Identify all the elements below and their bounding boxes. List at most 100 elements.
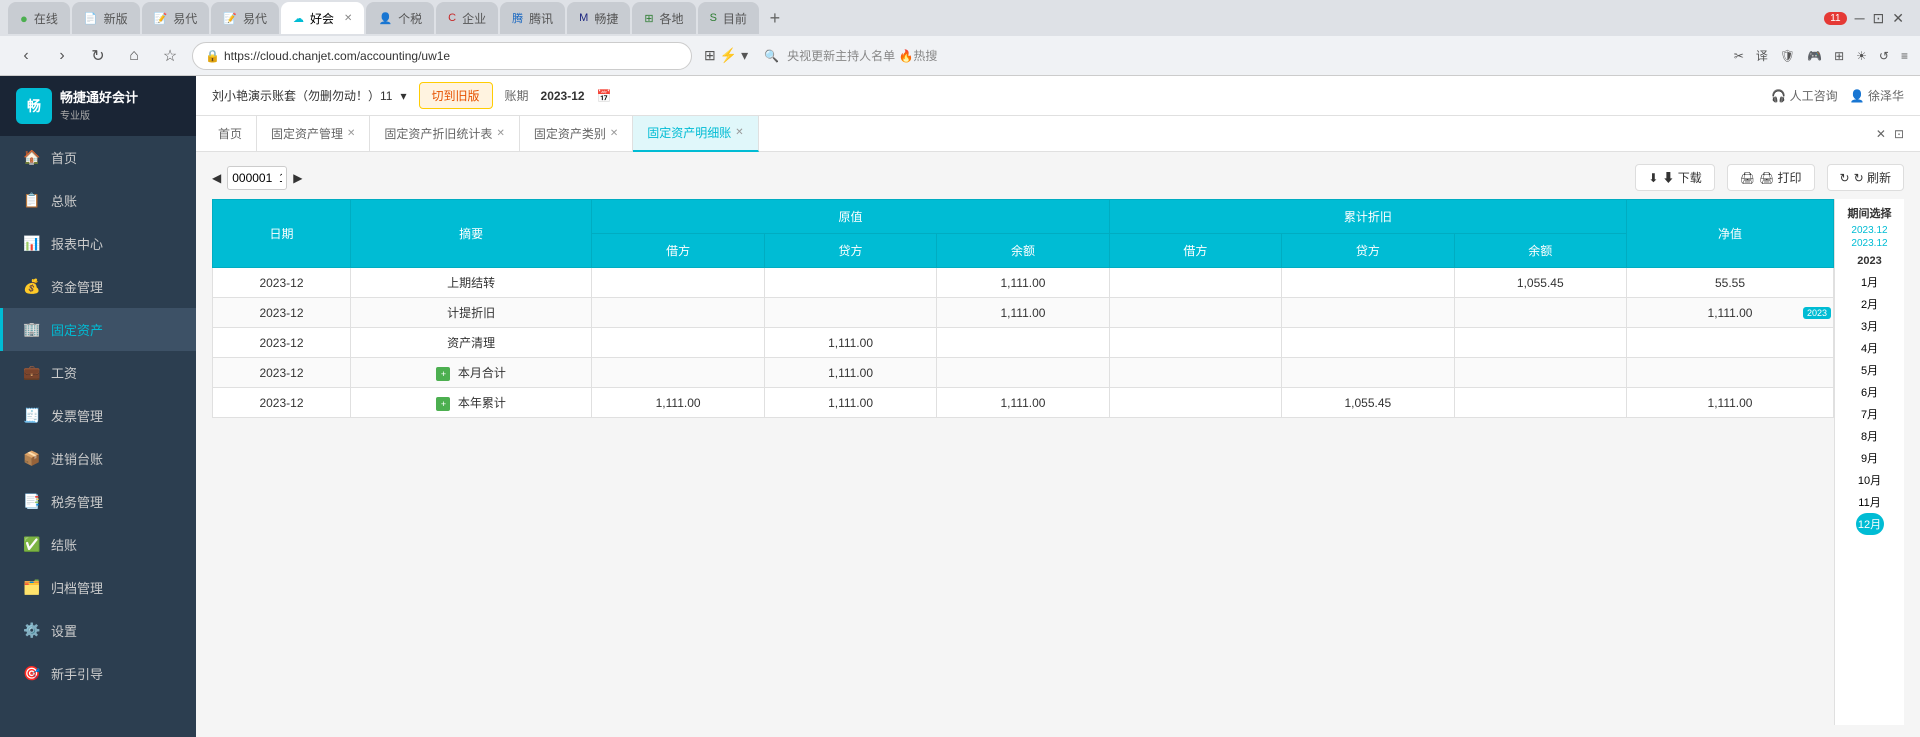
window-minimize[interactable]: ─ (1855, 10, 1865, 26)
sidebar-item-guide[interactable]: 🎯 新手引导 (0, 652, 196, 695)
print-icon: 🖨 (1740, 171, 1755, 185)
scissors-icon[interactable]: ✂ (1734, 49, 1744, 63)
browser-tab-yidai1[interactable]: 📝 易代 (142, 2, 210, 34)
th-net-value: 净值 (1627, 200, 1834, 268)
refresh-button[interactable]: ↻ (84, 42, 112, 70)
action-buttons: ⬇ ⬇ 下载 🖨 🖨 打印 ↻ ↻ 刷新 (1635, 164, 1904, 191)
month-3[interactable]: 3月 (1856, 315, 1884, 337)
qr-icon[interactable]: ⊞ (704, 47, 716, 64)
user-avatar[interactable]: 👤 徐泽华 (1850, 87, 1904, 104)
browser-tab-changjie[interactable]: M 畅捷 (567, 2, 630, 34)
tab-depreciation-stat[interactable]: 固定资产折旧统计表 ✕ (370, 116, 519, 152)
next-page-button[interactable]: ▶ (293, 171, 302, 185)
tab-close-haohui[interactable]: ✕ (344, 13, 352, 24)
dropdown-icon[interactable]: ▾ (741, 47, 748, 64)
month-4[interactable]: 4月 (1856, 337, 1884, 359)
sidebar-item-ledger[interactable]: 📋 总账 (0, 179, 196, 222)
switch-version-button[interactable]: 切到旧版 (419, 82, 493, 109)
browser-tab-gesui[interactable]: 👤 个税 (366, 2, 434, 34)
period-selected-to: 2023.12 (1851, 238, 1887, 249)
month-12[interactable]: 12月 (1856, 513, 1884, 535)
browser-tab-new[interactable]: 📄 新版 (72, 2, 140, 34)
tab-fixed-asset-mgmt[interactable]: 固定资产管理 ✕ (257, 116, 370, 152)
sidebar-item-fund[interactable]: 💰 资金管理 (0, 265, 196, 308)
page-input[interactable] (227, 166, 287, 190)
browser-tab-online[interactable]: ● 在线 (8, 2, 70, 34)
game-icon[interactable]: 🎮 (1807, 49, 1822, 63)
sidebar-item-archive[interactable]: 🗂️ 归档管理 (0, 566, 196, 609)
period-label: 账期 (505, 87, 529, 104)
month-7[interactable]: 7月 (1856, 403, 1884, 425)
forward-button[interactable]: › (48, 42, 76, 70)
sidebar-item-settings[interactable]: ⚙️ 设置 (0, 609, 196, 652)
search-icon: 🔍 (764, 49, 779, 63)
address-input[interactable]: 🔒 https://cloud.chanjet.com/accounting/u… (192, 42, 692, 70)
month-2[interactable]: 2月 (1856, 293, 1884, 315)
row3-acc-debit (1109, 328, 1281, 358)
row1-acc-credit (1282, 268, 1454, 298)
browser-tab-qiye[interactable]: C 企业 (436, 2, 498, 34)
print-button[interactable]: 🖨 🖨 打印 (1727, 164, 1815, 191)
tab-panel-expand[interactable]: ⊡ (1894, 127, 1904, 141)
menu-icon[interactable]: ≡ (1901, 49, 1908, 63)
month-9[interactable]: 9月 (1856, 447, 1884, 469)
tab-close-mgmt[interactable]: ✕ (347, 128, 355, 139)
browser-tab-yidai2[interactable]: 📝 易代 (211, 2, 279, 34)
tab-home[interactable]: 首页 (204, 116, 257, 152)
prev-page-button[interactable]: ◀ (212, 171, 221, 185)
month-11[interactable]: 11月 (1856, 491, 1884, 513)
table-row: 2023-12 + 本月合计 1,111.00 (213, 358, 1834, 388)
ledger-icon: 📋 (23, 192, 41, 210)
row1-date: 2023-12 (213, 268, 351, 298)
history-icon[interactable]: ↺ (1879, 49, 1889, 63)
th-accumulated-depreciation: 累计折旧 (1109, 200, 1626, 234)
new-tab-button[interactable]: + (761, 4, 789, 32)
tab-fixed-asset-detail[interactable]: 固定资产明细账 ✕ (633, 116, 758, 152)
refresh-data-button[interactable]: ↻ ↻ 刷新 (1827, 164, 1904, 191)
window-close[interactable]: ✕ (1892, 10, 1904, 27)
translate-icon[interactable]: 译 (1756, 47, 1768, 64)
month-10[interactable]: 10月 (1856, 469, 1884, 491)
back-button[interactable]: ‹ (12, 42, 40, 70)
sidebar-item-home[interactable]: 🏠 首页 (0, 136, 196, 179)
sun-icon[interactable]: ☀ (1856, 49, 1867, 63)
bookmark-button[interactable]: ☆ (156, 42, 184, 70)
browser-tab-haohui[interactable]: ☁ 好会 ✕ (281, 2, 364, 34)
browser-tab-muqian[interactable]: S 目前 (698, 2, 759, 34)
home-button[interactable]: ⌂ (120, 42, 148, 70)
consult-button[interactable]: 🎧 人工咨询 (1771, 87, 1837, 104)
sidebar-item-settlement[interactable]: ✅ 结账 (0, 523, 196, 566)
month-6[interactable]: 6月 (1856, 381, 1884, 403)
row5-orig-balance: 1,111.00 (937, 388, 1109, 418)
browser-tab-gedi[interactable]: ⊞ 各地 (632, 2, 695, 34)
download-button[interactable]: ⬇ ⬇ 下载 (1635, 164, 1714, 191)
tab-fixed-asset-cat[interactable]: 固定资产类别 ✕ (520, 116, 633, 152)
sidebar-item-tax[interactable]: 📑 税务管理 (0, 480, 196, 523)
month-1[interactable]: 1月 (1856, 271, 1884, 293)
calendar-icon[interactable]: 📅 (597, 89, 612, 103)
tab-close-depreciation[interactable]: ✕ (496, 128, 504, 139)
tab-panel-close[interactable]: ✕ (1876, 127, 1886, 141)
tab-close-detail[interactable]: ✕ (735, 127, 743, 138)
sidebar-item-inventory[interactable]: 📦 进销台账 (0, 437, 196, 480)
sidebar-logo: 畅 畅捷通好会计 专业版 (0, 76, 196, 136)
row5-date: 2023-12 (213, 388, 351, 418)
month-8[interactable]: 8月 (1856, 425, 1884, 447)
lightning-icon[interactable]: ⚡ (720, 47, 737, 64)
sidebar-item-payroll[interactable]: 💼 工资 (0, 351, 196, 394)
period-value: 2023-12 (541, 89, 585, 103)
tab-close-cat[interactable]: ✕ (610, 128, 618, 139)
sidebar-item-invoice[interactable]: 🧾 发票管理 (0, 394, 196, 437)
sidebar-item-fixed[interactable]: 🏢 固定资产 (0, 308, 196, 351)
row3-acc-credit (1282, 328, 1454, 358)
browser-tab-tencent[interactable]: 腾 腾讯 (500, 2, 565, 34)
grid-icon[interactable]: ⊞ (1834, 49, 1844, 63)
th-summary: 摘要 (350, 200, 591, 268)
dropdown-arrow[interactable]: ▾ (400, 89, 406, 103)
window-maximize[interactable]: ⊡ (1873, 10, 1885, 27)
sidebar-item-report[interactable]: 📊 报表中心 (0, 222, 196, 265)
th-orig-debit: 借方 (592, 234, 764, 268)
month-5[interactable]: 5月 (1856, 359, 1884, 381)
data-table: 日期 摘要 原值 累计折旧 净值 借方 贷方 余额 借方 (212, 199, 1834, 418)
shield-icon[interactable]: 🛡 (1780, 49, 1795, 63)
